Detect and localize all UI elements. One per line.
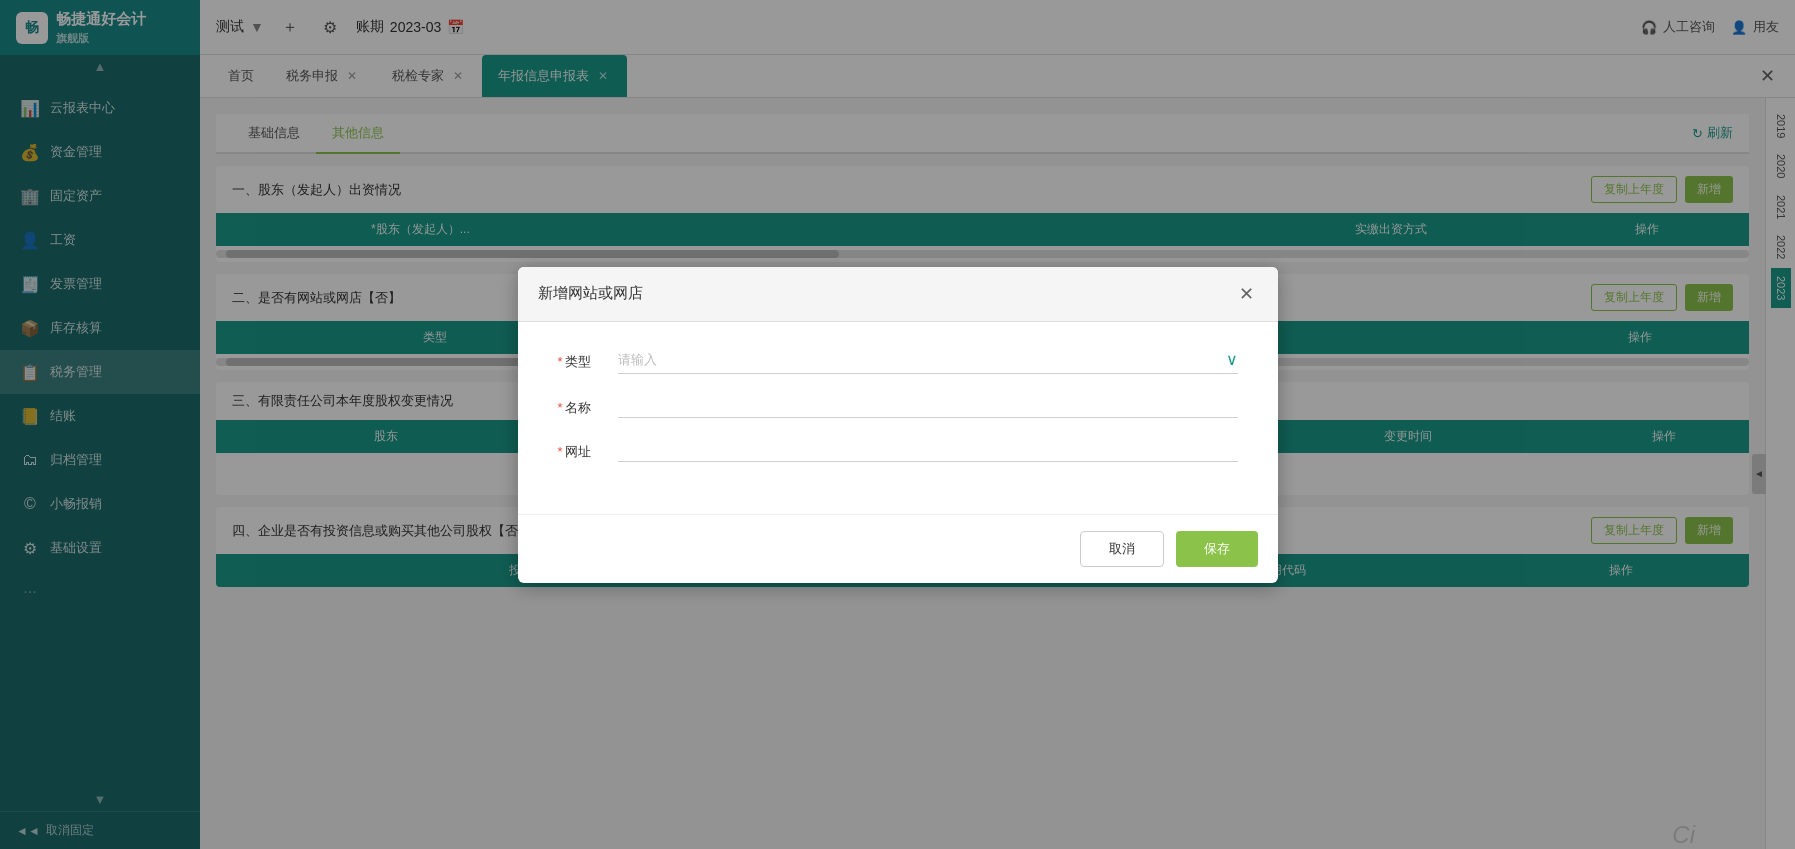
form-name-row: * 名称 xyxy=(558,398,1238,418)
name-input[interactable] xyxy=(618,398,1238,413)
dialog-header: 新增网站或网店 ✕ xyxy=(518,267,1278,322)
url-input-wrap xyxy=(618,442,1238,462)
type-input-wrap: ∨ xyxy=(618,350,1238,374)
form-url-row: * 网址 xyxy=(558,442,1238,462)
dialog-close-btn[interactable]: ✕ xyxy=(1235,283,1258,305)
type-dropdown-arrow[interactable]: ∨ xyxy=(1226,350,1238,369)
url-label: * 网址 xyxy=(558,443,618,461)
form-type-row: * 类型 ∨ xyxy=(558,350,1238,374)
dialog-overlay: 新增网站或网店 ✕ * 类型 ∨ * 名称 xyxy=(0,0,1795,849)
dialog-title: 新增网站或网店 xyxy=(538,284,643,303)
type-label: * 类型 xyxy=(558,353,618,371)
cancel-button[interactable]: 取消 xyxy=(1080,531,1164,567)
dialog-body: * 类型 ∨ * 名称 * xyxy=(518,322,1278,514)
save-button[interactable]: 保存 xyxy=(1176,531,1258,567)
url-input[interactable] xyxy=(618,442,1238,457)
add-website-dialog: 新增网站或网店 ✕ * 类型 ∨ * 名称 xyxy=(518,267,1278,583)
name-label: * 名称 xyxy=(558,399,618,417)
dialog-footer: 取消 保存 xyxy=(518,514,1278,583)
name-input-wrap xyxy=(618,398,1238,418)
type-input[interactable] xyxy=(618,352,1226,367)
